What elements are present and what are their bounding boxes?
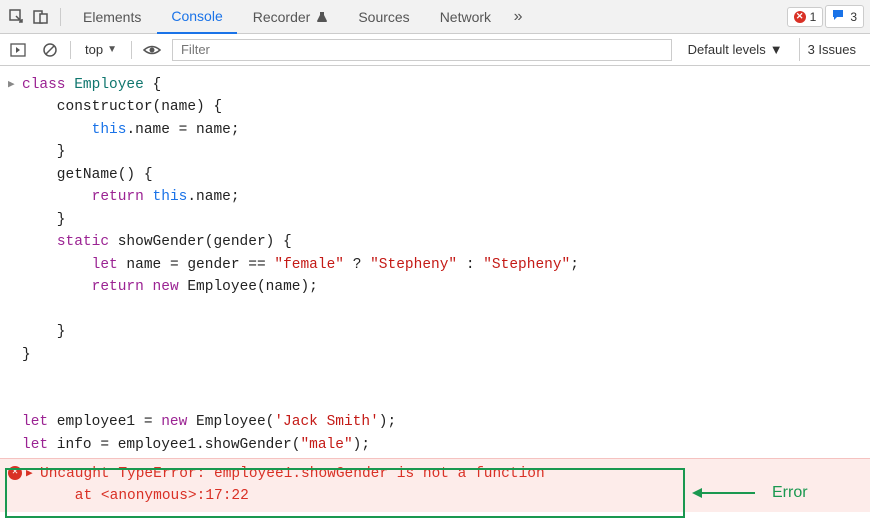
message-count-badge[interactable]: 3 bbox=[825, 5, 864, 28]
message-badge-icon bbox=[832, 8, 846, 25]
filter-input[interactable] bbox=[172, 39, 672, 61]
message-count: 3 bbox=[850, 10, 857, 24]
console-toolbar: top ▼ Default levels ▼ 3 Issues bbox=[0, 34, 870, 66]
clear-console-icon[interactable] bbox=[38, 38, 62, 62]
error-count: 1 bbox=[810, 10, 817, 24]
context-label: top bbox=[85, 42, 103, 57]
code-block[interactable]: class Employee { constructor(name) { thi… bbox=[22, 74, 579, 456]
tab-console[interactable]: Console bbox=[157, 0, 236, 34]
error-count-badge[interactable]: ✕ 1 bbox=[787, 7, 824, 27]
devtools-tabbar: Elements Console Recorder Sources Networ… bbox=[0, 0, 870, 34]
tab-recorder[interactable]: Recorder bbox=[239, 1, 343, 33]
annotation-label: Error bbox=[772, 484, 808, 502]
expand-icon[interactable]: ▶ bbox=[8, 74, 22, 94]
expand-icon[interactable]: ▶ bbox=[26, 463, 40, 483]
console-error-entry: ✕ ▶ Uncaught TypeError: employee1.showGe… bbox=[0, 458, 870, 512]
divider bbox=[131, 41, 132, 59]
inspect-icon[interactable] bbox=[6, 6, 28, 28]
console-body: ▶ class Employee { constructor(name) { t… bbox=[0, 66, 870, 512]
tab-sources[interactable]: Sources bbox=[344, 1, 423, 33]
divider bbox=[70, 41, 71, 59]
annotation-arrow bbox=[700, 492, 755, 494]
levels-label: Default levels bbox=[688, 42, 766, 57]
caret-down-icon: ▼ bbox=[107, 44, 117, 55]
console-input-entry: ▶ class Employee { constructor(name) { t… bbox=[0, 72, 870, 458]
issues-button[interactable]: 3 Issues bbox=[799, 38, 864, 61]
flask-icon bbox=[316, 11, 328, 23]
sidebar-toggle-icon[interactable] bbox=[6, 38, 30, 62]
tab-recorder-label: Recorder bbox=[253, 9, 311, 25]
error-icon: ✕ bbox=[8, 466, 22, 480]
tab-elements[interactable]: Elements bbox=[69, 1, 155, 33]
eye-icon[interactable] bbox=[140, 38, 164, 62]
caret-down-icon: ▼ bbox=[770, 42, 783, 57]
error-badge-icon: ✕ bbox=[794, 11, 806, 23]
log-levels-selector[interactable]: Default levels ▼ bbox=[680, 42, 791, 57]
tab-network[interactable]: Network bbox=[426, 1, 505, 33]
device-toggle-icon[interactable] bbox=[30, 6, 52, 28]
context-selector[interactable]: top ▼ bbox=[79, 40, 123, 59]
error-message[interactable]: Uncaught TypeError: employee1.showGender… bbox=[40, 463, 545, 508]
more-tabs-icon[interactable]: » bbox=[507, 6, 529, 28]
divider bbox=[60, 8, 61, 26]
annotation-arrow-head bbox=[692, 488, 702, 498]
